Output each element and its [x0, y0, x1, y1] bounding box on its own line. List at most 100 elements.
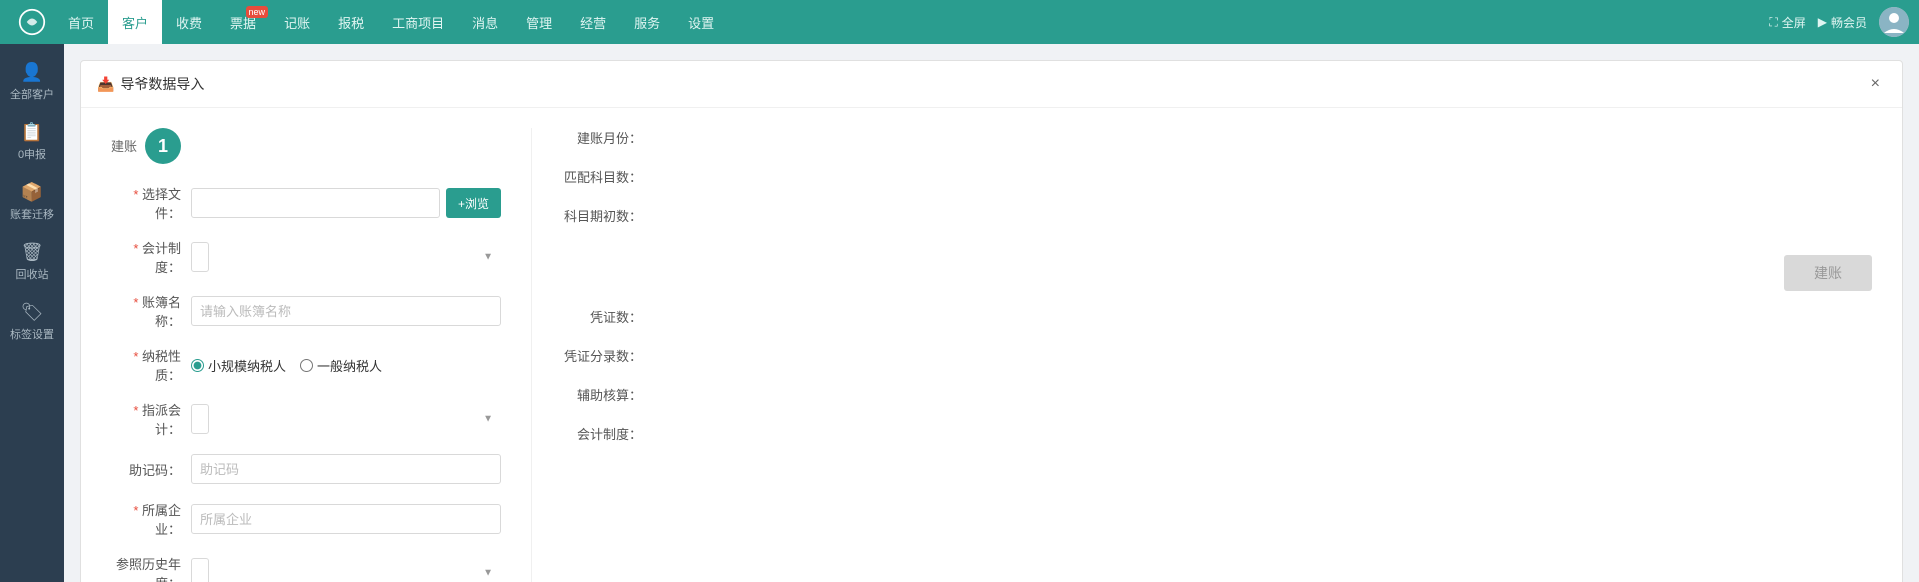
- voucher-count-label: 凭证数：: [562, 307, 652, 326]
- accounting-system-select[interactable]: [191, 242, 209, 272]
- close-button[interactable]: ×: [1865, 73, 1886, 95]
- accounting-system-right-label: 会计制度：: [562, 424, 652, 443]
- small-taxpayer-text: 小规模纳税人: [208, 356, 286, 375]
- fullscreen-button[interactable]: ⛶ 全屏: [1769, 14, 1805, 31]
- sidebar-item-account-migration[interactable]: 📦 账套迁移: [0, 174, 64, 230]
- aux-accounting-label: 辅助核算：: [562, 385, 652, 404]
- fullscreen-icon: ⛶: [1769, 15, 1777, 30]
- account-month-label: 建账月份：: [562, 128, 652, 147]
- history-year-label: 参照历史年度：: [111, 554, 191, 582]
- assign-accountant-select[interactable]: [191, 404, 209, 434]
- match-subject-row: 匹配科目数：: [562, 167, 1872, 186]
- trash-icon: 🗑: [21, 242, 44, 263]
- form-right: 建账月份： 匹配科目数： 科目期初数： 建账 凭证: [531, 128, 1872, 582]
- account-name-input[interactable]: [191, 296, 501, 326]
- nav-item-customer[interactable]: 客户: [108, 0, 162, 44]
- accounting-system-label: 会计制度：: [111, 238, 191, 276]
- history-year-select-wrapper: ▼: [191, 558, 501, 582]
- tax-type-row: 纳税性质： 小规模纳税人 一般纳税人: [111, 346, 501, 384]
- form-left: 建账 1 选择文件： +浏览 会计制度：: [111, 128, 531, 582]
- sidebar-item-tag-settings[interactable]: 🏷 标签设置: [0, 294, 64, 350]
- chevron-down-icon: ▼: [483, 252, 493, 263]
- company-row: 所属企业：: [111, 500, 501, 538]
- memo-code-row: 助记码：: [111, 454, 501, 484]
- tax-type-label: 纳税性质：: [111, 346, 191, 384]
- sidebar-item-declaration[interactable]: 📋 0申报: [0, 114, 64, 170]
- sidebar: 👤 全部客户 📋 0申报 📦 账套迁移 🗑 回收站 🏷 标签设置: [0, 44, 64, 582]
- general-taxpayer-radio[interactable]: [300, 359, 313, 372]
- vip-icon: ▶: [1818, 15, 1827, 29]
- main-content: 📥 导爷数据导入 × 建账 1 选择文件：: [64, 44, 1919, 582]
- voucher-entries-label: 凭证分录数：: [562, 346, 652, 365]
- account-name-label: 账簿名称：: [111, 292, 191, 330]
- logo[interactable]: [10, 0, 54, 44]
- migration-icon: 📦: [21, 182, 43, 203]
- file-input-group: +浏览: [191, 188, 501, 218]
- assign-accountant-select-wrapper: ▼: [191, 404, 501, 434]
- fullscreen-label: 全屏: [1782, 14, 1806, 31]
- assign-accountant-row: 指派会计： ▼: [111, 400, 501, 438]
- nav-item-business[interactable]: 工商项目: [378, 0, 458, 44]
- history-year-select[interactable]: [191, 558, 209, 582]
- sidebar-item-label: 全部客户: [10, 86, 54, 102]
- nav-item-home[interactable]: 首页: [54, 0, 108, 44]
- vip-label: 畅会员: [1831, 14, 1867, 31]
- browse-button[interactable]: +浏览: [446, 188, 501, 218]
- account-name-row: 账簿名称：: [111, 292, 501, 330]
- import-icon: 📥: [97, 76, 114, 93]
- file-input[interactable]: [191, 188, 440, 218]
- layout: 👤 全部客户 📋 0申报 📦 账套迁移 🗑 回收站 🏷 标签设置 📥 导爷数据导…: [0, 44, 1919, 582]
- sidebar-item-label: 标签设置: [10, 326, 54, 342]
- sidebar-item-label: 回收站: [16, 266, 49, 282]
- subject-init-label: 科目期初数：: [562, 206, 652, 225]
- voucher-entries-row: 凭证分录数：: [562, 346, 1872, 365]
- nav-item-account[interactable]: 记账: [270, 0, 324, 44]
- select-file-row: 选择文件： +浏览: [111, 184, 501, 222]
- general-taxpayer-text: 一般纳税人: [317, 356, 382, 375]
- sidebar-item-recycle[interactable]: 🗑 回收站: [0, 234, 64, 290]
- chevron-down-icon-2: ▼: [483, 414, 493, 425]
- assign-accountant-label: 指派会计：: [111, 400, 191, 438]
- company-input[interactable]: [191, 504, 501, 534]
- sidebar-item-label: 0申报: [18, 146, 46, 162]
- dialog: 📥 导爷数据导入 × 建账 1 选择文件：: [80, 60, 1903, 582]
- accounting-system-right-row: 会计制度：: [562, 424, 1872, 443]
- nav-item-tax[interactable]: 报税: [324, 0, 378, 44]
- dialog-title: 📥 导爷数据导入: [97, 74, 204, 94]
- memo-code-label: 助记码：: [111, 460, 191, 479]
- dialog-title-text: 导爷数据导入: [120, 74, 204, 94]
- nav-item-manage[interactable]: 管理: [512, 0, 566, 44]
- memo-code-input[interactable]: [191, 454, 501, 484]
- general-taxpayer-radio-label[interactable]: 一般纳税人: [300, 356, 382, 375]
- history-year-row: 参照历史年度： ▼: [111, 554, 501, 582]
- voucher-count-row: 凭证数：: [562, 307, 1872, 326]
- build-account-button[interactable]: 建账: [1784, 255, 1872, 291]
- step-section: 建账 1: [111, 128, 501, 164]
- small-taxpayer-radio-label[interactable]: 小规模纳税人: [191, 356, 286, 375]
- avatar[interactable]: [1879, 7, 1909, 37]
- chevron-down-icon-3: ▼: [483, 568, 493, 579]
- nav-item-finance[interactable]: 经营: [566, 0, 620, 44]
- nav-item-message[interactable]: 消息: [458, 0, 512, 44]
- accounting-system-select-wrapper: ▼: [191, 242, 501, 272]
- vip-button[interactable]: ▶ 畅会员: [1818, 14, 1867, 31]
- select-file-label: 选择文件：: [111, 184, 191, 222]
- nav-item-service[interactable]: 服务: [620, 0, 674, 44]
- nav-item-invoice[interactable]: 票据new: [216, 0, 270, 44]
- nav-item-fee[interactable]: 收费: [162, 0, 216, 44]
- badge-new: new: [246, 6, 269, 18]
- tag-icon: 🏷: [21, 302, 44, 323]
- nav-item-settings[interactable]: 设置: [674, 0, 728, 44]
- user-icon: 👤: [21, 62, 43, 83]
- top-nav: 首页客户收费票据new记账报税工商项目消息管理经营服务设置 ⛶ 全屏 ▶ 畅会员: [0, 0, 1919, 44]
- declaration-icon: 📋: [21, 122, 43, 143]
- subject-init-row: 科目期初数：: [562, 206, 1872, 225]
- nav-items: 首页客户收费票据new记账报税工商项目消息管理经营服务设置: [54, 0, 1769, 44]
- small-taxpayer-radio[interactable]: [191, 359, 204, 372]
- sidebar-item-all-customers[interactable]: 👤 全部客户: [0, 54, 64, 110]
- step-label: 建账: [111, 128, 137, 155]
- sidebar-item-label: 账套迁移: [10, 206, 54, 222]
- tax-type-radio-group: 小规模纳税人 一般纳税人: [191, 356, 501, 375]
- aux-accounting-row: 辅助核算：: [562, 385, 1872, 404]
- company-label: 所属企业：: [111, 500, 191, 538]
